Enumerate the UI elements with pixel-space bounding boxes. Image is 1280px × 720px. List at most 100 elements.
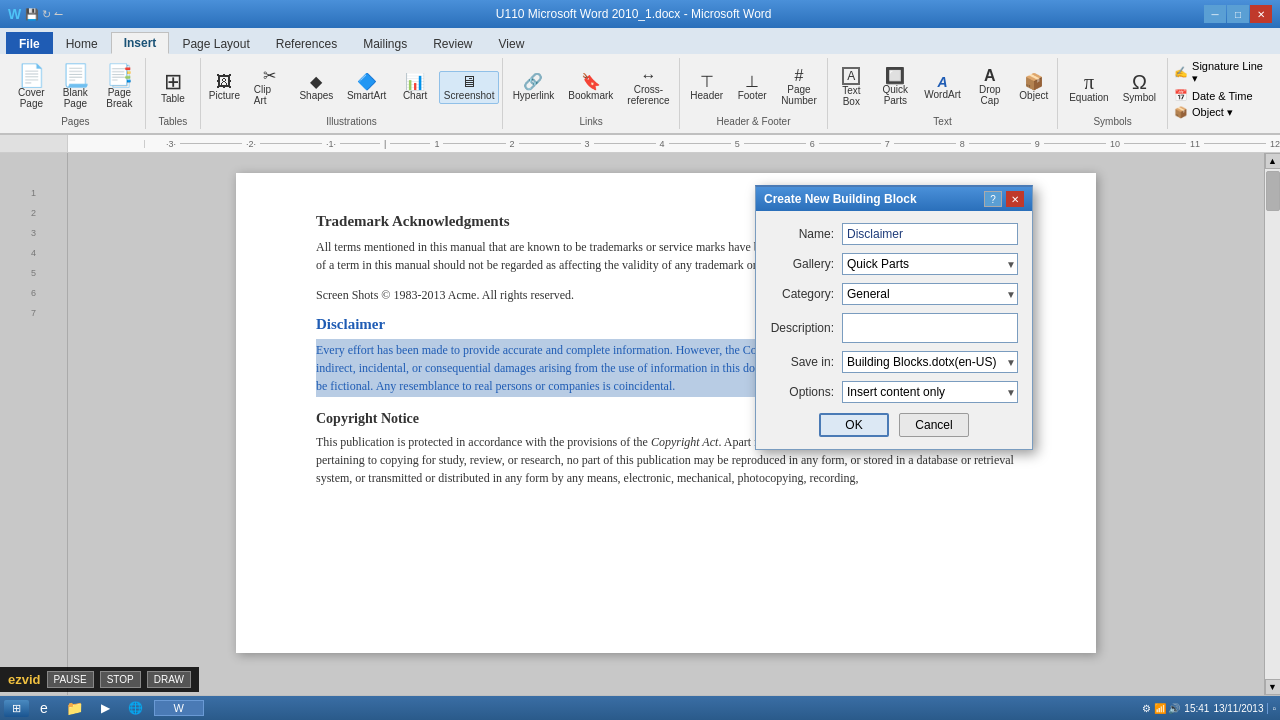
blank-page-button[interactable]: 📃 BlankPage	[55, 62, 95, 112]
smartart-icon: 🔷	[357, 74, 377, 90]
explorer-button[interactable]: 📁	[59, 698, 90, 718]
chrome-button[interactable]: 🌐	[121, 699, 150, 717]
shapes-icon: ◆	[310, 74, 322, 90]
shapes-button[interactable]: ◆ Shapes	[295, 71, 339, 104]
description-row: Description:	[770, 313, 1018, 343]
equation-icon: π	[1084, 72, 1094, 92]
windows-taskbar: ⊞ e 📁 ▶ 🌐 W ⚙ 📶 🔊 15:41 13/11/2013 ▫	[0, 696, 1280, 720]
ie-button[interactable]: e	[33, 698, 55, 718]
drop-cap-icon: A	[984, 68, 996, 84]
cross-reference-button[interactable]: ↔ Cross-reference	[622, 65, 674, 109]
ribbon-group-text: A TextBox 🔲 QuickParts A WordArt A DropC…	[828, 58, 1058, 129]
options-row: Options: Insert content only ▼	[770, 381, 1018, 403]
drop-cap-button[interactable]: A DropCap	[970, 65, 1010, 109]
gallery-select[interactable]: Quick Parts	[842, 253, 1018, 275]
equation-button[interactable]: π Equation	[1064, 69, 1113, 106]
tab-review[interactable]: Review	[420, 32, 485, 54]
symbols-label: Symbols	[1093, 114, 1131, 127]
symbol-button[interactable]: Ω Symbol	[1118, 69, 1161, 106]
draw-button[interactable]: DRAW	[147, 671, 191, 688]
page-break-button[interactable]: 📑 PageBreak	[99, 62, 139, 112]
tab-mailings[interactable]: Mailings	[350, 32, 420, 54]
scroll-down-button[interactable]: ▼	[1265, 679, 1281, 695]
cover-page-button[interactable]: 📄 CoverPage	[11, 62, 51, 112]
tray-icons: ⚙ 📶 🔊	[1142, 703, 1181, 714]
clip-art-button[interactable]: ✂ Clip Art	[249, 65, 291, 109]
bookmark-button[interactable]: 🔖 Bookmark	[563, 71, 618, 104]
gallery-label: Gallery:	[770, 257, 842, 271]
chart-button[interactable]: 📊 Chart	[395, 71, 435, 104]
name-label: Name:	[770, 227, 842, 241]
quick-parts-button[interactable]: 🔲 QuickParts	[875, 65, 915, 109]
ok-button[interactable]: OK	[819, 413, 889, 437]
name-input[interactable]	[842, 223, 1018, 245]
ribbon-tabs: File Home Insert Page Layout References …	[0, 28, 1280, 54]
stop-button[interactable]: STOP	[100, 671, 141, 688]
maximize-button[interactable]: □	[1227, 5, 1249, 23]
dialog-help-button[interactable]: ?	[984, 191, 1002, 207]
category-select[interactable]: General	[842, 283, 1018, 305]
dialog-title: Create New Building Block	[764, 192, 917, 206]
save-in-select[interactable]: Building Blocks.dotx(en-US)	[842, 351, 1018, 373]
tab-home[interactable]: Home	[53, 32, 111, 54]
signature-line-button[interactable]: ✍ Signature Line ▾	[1174, 60, 1268, 85]
screenshot-button[interactable]: 🖥 Screenshot	[439, 71, 499, 104]
close-button[interactable]: ✕	[1250, 5, 1272, 23]
signature-icon: ✍	[1174, 66, 1188, 79]
smartart-button[interactable]: 🔷 SmartArt	[342, 71, 391, 104]
links-label: Links	[579, 114, 602, 127]
footer-button[interactable]: ⊥ Footer	[732, 71, 772, 104]
pause-button[interactable]: PAUSE	[47, 671, 94, 688]
wordart-button[interactable]: A WordArt	[919, 72, 966, 103]
date-time-button[interactable]: 📅 Date & Time	[1174, 89, 1268, 102]
minimize-button[interactable]: ─	[1204, 5, 1226, 23]
object2-button[interactable]: 📦 Object ▾	[1174, 106, 1268, 119]
scroll-track[interactable]	[1265, 169, 1280, 679]
ribbon-group-pages: 📄 CoverPage 📃 BlankPage 📑 PageBreak Page…	[6, 58, 146, 129]
ribbon: File Home Insert Page Layout References …	[0, 28, 1280, 135]
ruler: ·3· ·2· ·1· | 1 2 3 4 5 6 7 8 9 10 11 12	[0, 135, 1280, 153]
tab-page-layout[interactable]: Page Layout	[169, 32, 262, 54]
media-button[interactable]: ▶	[94, 699, 117, 717]
tab-references[interactable]: References	[263, 32, 350, 54]
start-button[interactable]: ⊞	[4, 700, 29, 717]
cover-page-icon: 📄	[18, 65, 45, 87]
object-button[interactable]: 📦 Object	[1014, 71, 1054, 104]
tab-insert[interactable]: Insert	[111, 32, 170, 54]
right-scrollbar: ▲ ▼	[1264, 153, 1280, 695]
save-in-label: Save in:	[770, 355, 842, 369]
table-button[interactable]: ⊞ Table	[153, 68, 193, 107]
page-number-icon: #	[794, 68, 803, 84]
dialog-body: Name: Gallery: Quick Parts ▼ Category:	[756, 211, 1032, 449]
header-button[interactable]: ⊤ Header	[685, 71, 728, 104]
scroll-thumb[interactable]	[1266, 171, 1280, 211]
clip-art-icon: ✂	[263, 68, 276, 84]
save-in-row: Save in: Building Blocks.dotx(en-US) ▼	[770, 351, 1018, 373]
blank-page-icon: 📃	[62, 65, 89, 87]
tab-file[interactable]: File	[6, 32, 53, 54]
pages-label: Pages	[61, 114, 89, 127]
dialog-close-button[interactable]: ✕	[1006, 191, 1024, 207]
screenshot-label: Screenshot	[444, 90, 495, 101]
options-select[interactable]: Insert content only	[842, 381, 1018, 403]
options-label: Options:	[770, 385, 842, 399]
ribbon-group-header-footer: ⊤ Header ⊥ Footer # PageNumber Header & …	[680, 58, 828, 129]
ribbon-group-tables: ⊞ Table Tables	[146, 58, 201, 129]
show-desktop-button[interactable]: ▫	[1267, 703, 1276, 714]
description-textarea[interactable]	[842, 313, 1018, 343]
object-icon: 📦	[1024, 74, 1044, 90]
hyperlink-button[interactable]: 🔗 Hyperlink	[508, 71, 560, 104]
word-taskbar-button[interactable]: W	[154, 700, 204, 716]
text-box-button[interactable]: A TextBox	[831, 64, 871, 110]
ribbon-group-links: 🔗 Hyperlink 🔖 Bookmark ↔ Cross-reference…	[503, 58, 680, 129]
cancel-button[interactable]: Cancel	[899, 413, 969, 437]
symbol-icon: Ω	[1132, 72, 1147, 92]
picture-icon: 🖼	[216, 74, 232, 90]
date: 13/11/2013	[1213, 703, 1263, 714]
picture-button[interactable]: 🖼 Picture	[204, 71, 245, 104]
page-number-button[interactable]: # PageNumber	[776, 65, 822, 109]
title-text: U110 Microsoft Word 2010_1.docx - Micros…	[63, 7, 1204, 21]
scroll-up-button[interactable]: ▲	[1265, 153, 1281, 169]
footer-icon: ⊥	[745, 74, 759, 90]
tab-view[interactable]: View	[486, 32, 538, 54]
